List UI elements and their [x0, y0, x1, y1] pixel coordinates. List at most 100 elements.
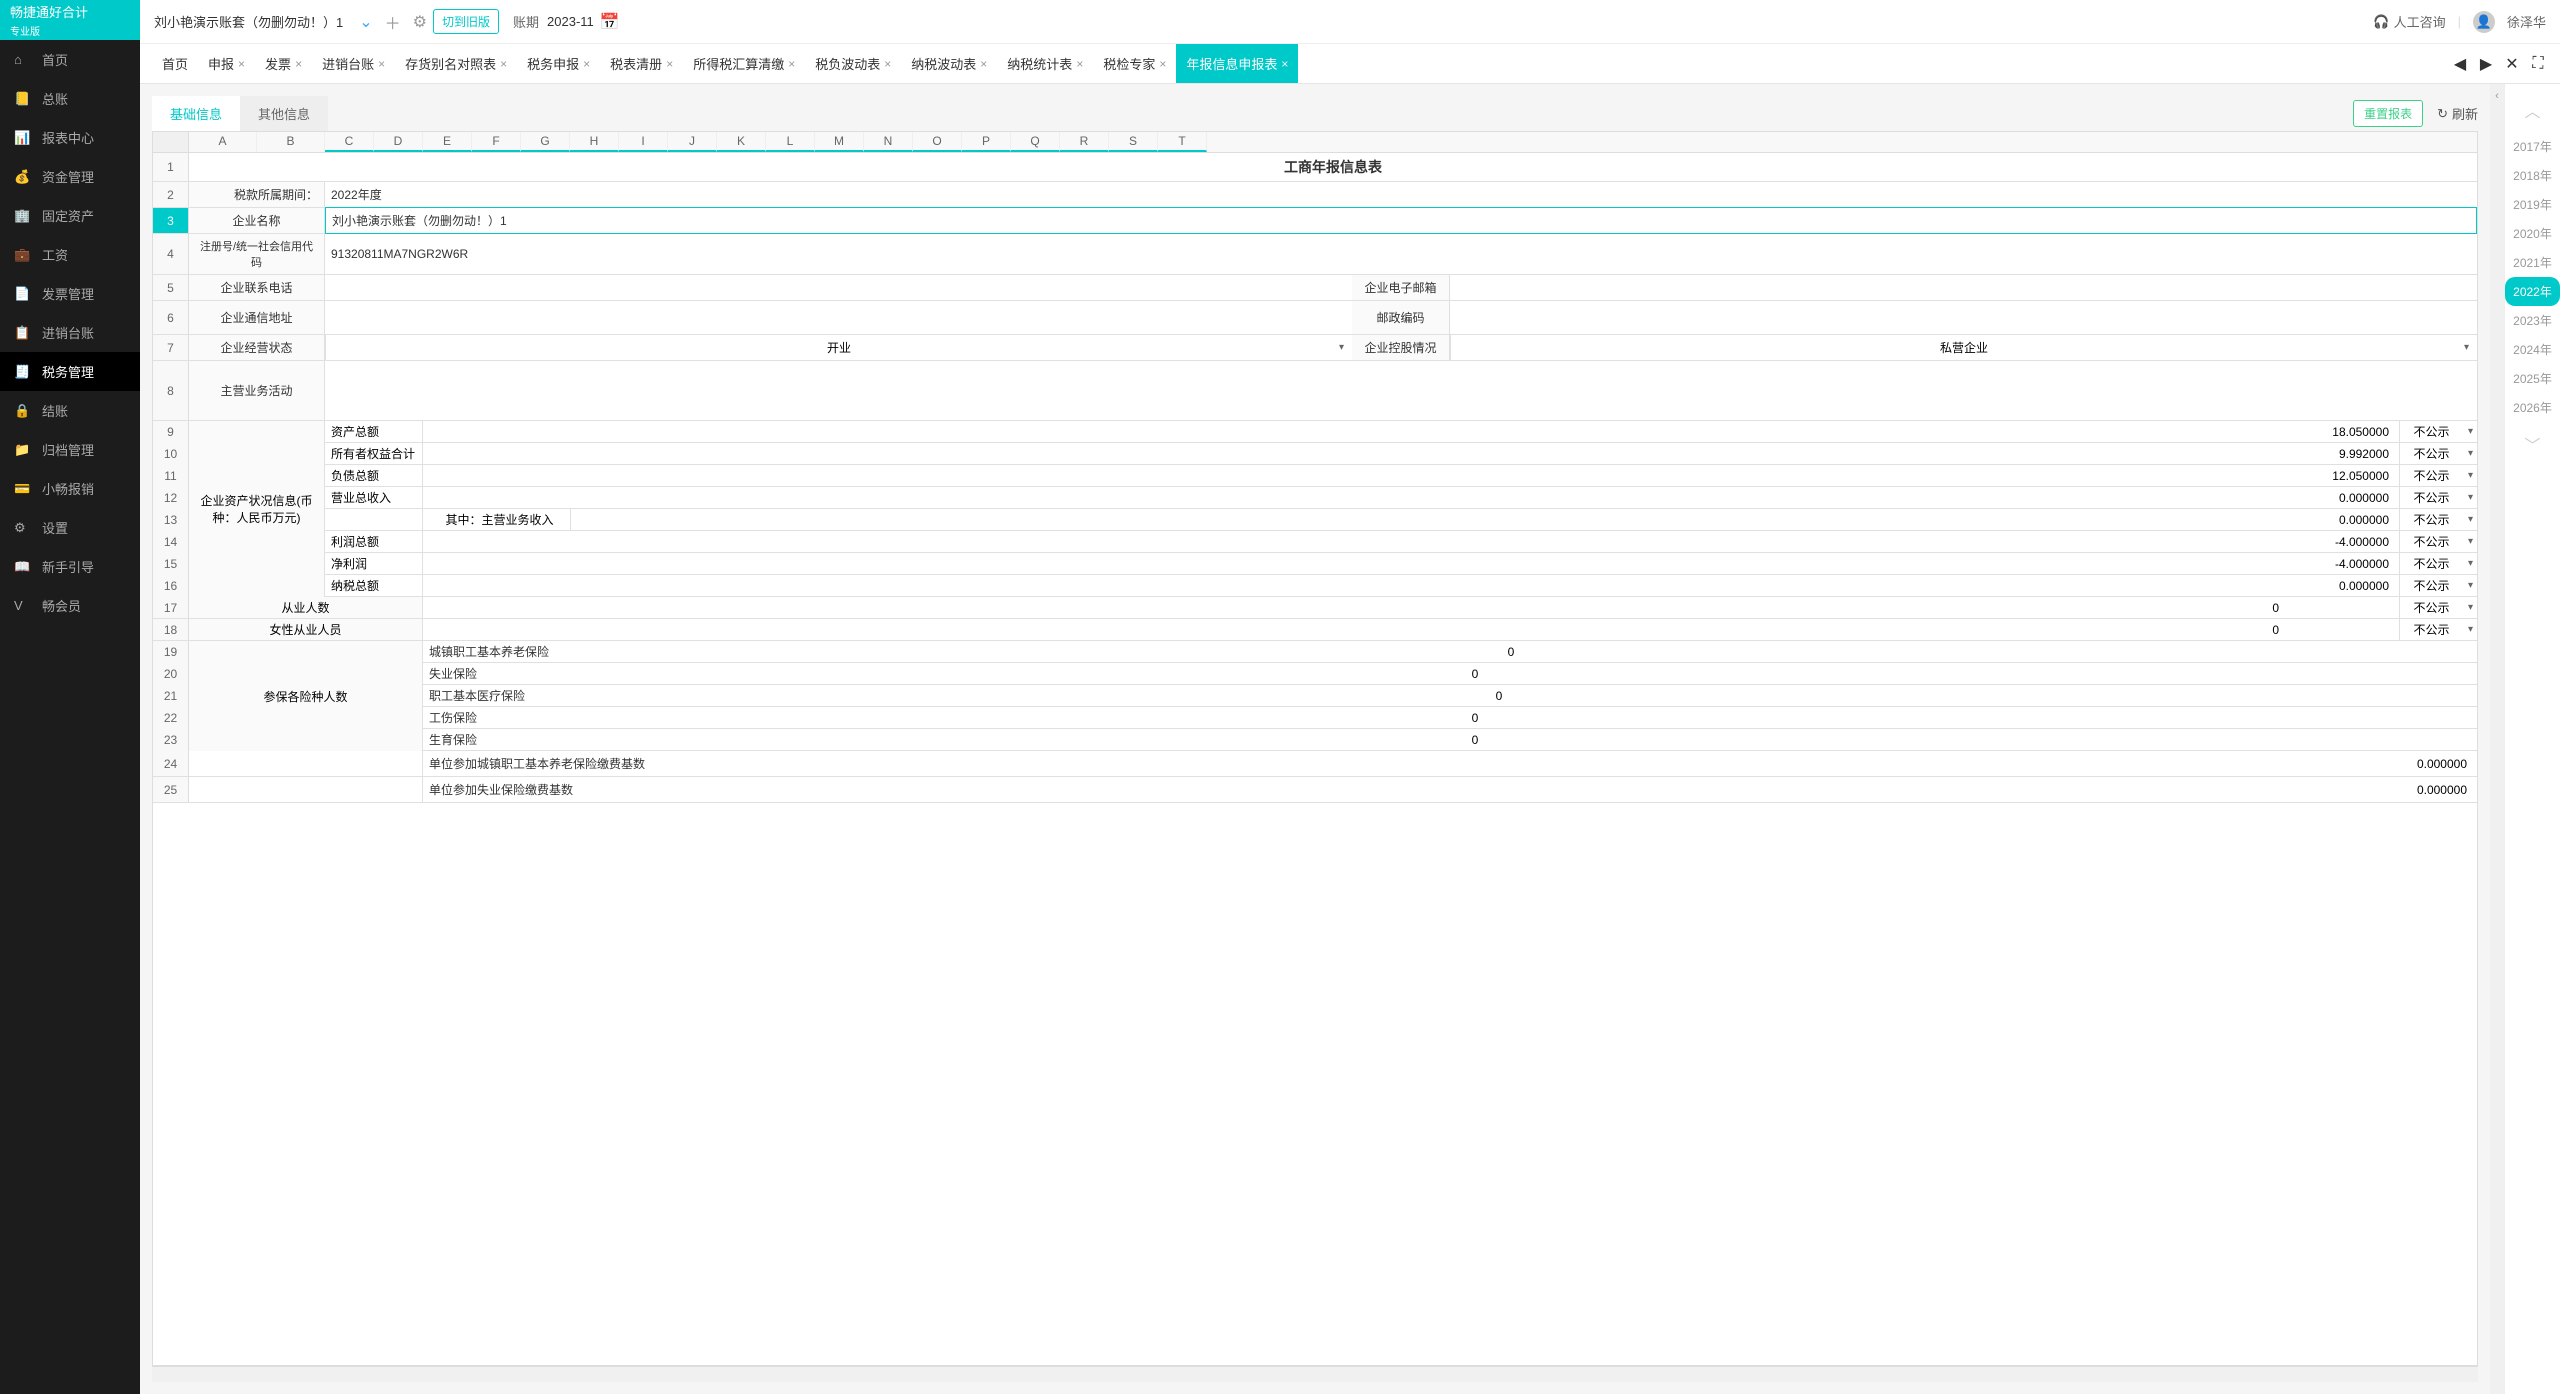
- col-head-J[interactable]: J: [668, 132, 717, 152]
- year-2021年[interactable]: 2021年: [2505, 248, 2560, 277]
- female-value[interactable]: 0: [423, 619, 2399, 640]
- employees-public[interactable]: 不公示: [2399, 597, 2477, 618]
- phone-value[interactable]: [325, 275, 1352, 300]
- tab-8[interactable]: 税负波动表×: [805, 44, 901, 83]
- tab-5[interactable]: 税务申报×: [517, 44, 600, 83]
- asset-value[interactable]: 18.050000: [423, 421, 2399, 442]
- asset-public[interactable]: 不公示: [2399, 465, 2477, 486]
- year-2020年[interactable]: 2020年: [2505, 219, 2560, 248]
- tab-10[interactable]: 纳税统计表×: [997, 44, 1093, 83]
- col-head-R[interactable]: R: [1060, 132, 1109, 152]
- col-head-K[interactable]: K: [717, 132, 766, 152]
- year-2017年[interactable]: 2017年: [2505, 132, 2560, 161]
- close-icon[interactable]: ×: [788, 57, 795, 71]
- consult-link[interactable]: 🎧 人工咨询: [2373, 12, 2445, 31]
- tab-4[interactable]: 存货别名对照表×: [395, 44, 517, 83]
- asset-public[interactable]: 不公示: [2399, 443, 2477, 464]
- asset-value[interactable]: 0.000000: [423, 487, 2399, 508]
- tab-2[interactable]: 发票×: [255, 44, 312, 83]
- tab-1[interactable]: 申报×: [198, 44, 255, 83]
- tab-6[interactable]: 税表清册×: [600, 44, 683, 83]
- holding-select[interactable]: 私营企业: [1450, 335, 2477, 360]
- nav-item-10[interactable]: 📁归档管理: [0, 430, 140, 469]
- chevron-down-icon[interactable]: ⌄: [359, 12, 372, 32]
- switch-old-button[interactable]: 切到旧版: [433, 9, 499, 34]
- insurance-value[interactable]: 0: [483, 663, 2477, 684]
- close-icon[interactable]: ×: [1281, 57, 1288, 71]
- tab-other-info[interactable]: 其他信息: [240, 96, 328, 131]
- nav-item-1[interactable]: 📒总账: [0, 79, 140, 118]
- nav-item-2[interactable]: 📊报表中心: [0, 118, 140, 157]
- col-head-H[interactable]: H: [570, 132, 619, 152]
- tab-3[interactable]: 进销台账×: [312, 44, 395, 83]
- year-down-icon[interactable]: ﹀: [2520, 428, 2544, 460]
- close-icon[interactable]: ×: [1159, 57, 1166, 71]
- insurance-value[interactable]: 0: [555, 641, 2477, 662]
- tab-basic-info[interactable]: 基础信息: [152, 96, 240, 131]
- status-select[interactable]: 开业: [325, 335, 1352, 360]
- nav-item-0[interactable]: ⌂首页: [0, 40, 140, 79]
- insurance-value[interactable]: 0: [483, 729, 2477, 750]
- close-icon[interactable]: ×: [884, 57, 891, 71]
- year-2024年[interactable]: 2024年: [2505, 335, 2560, 364]
- tab-11[interactable]: 税检专家×: [1093, 44, 1176, 83]
- tab-next-icon[interactable]: ▶: [2476, 54, 2496, 74]
- year-2018年[interactable]: 2018年: [2505, 161, 2560, 190]
- nav-item-6[interactable]: 📄发票管理: [0, 274, 140, 313]
- asset-value[interactable]: 12.050000: [423, 465, 2399, 486]
- asset-public[interactable]: 不公示: [2399, 509, 2477, 530]
- col-head-D[interactable]: D: [374, 132, 423, 152]
- nav-item-7[interactable]: 📋进销台账: [0, 313, 140, 352]
- nav-item-5[interactable]: 💼工资: [0, 235, 140, 274]
- postal-value[interactable]: [1450, 301, 2477, 334]
- tab-0[interactable]: 首页: [152, 44, 198, 83]
- main-biz-value[interactable]: [325, 361, 2477, 420]
- col-head-N[interactable]: N: [864, 132, 913, 152]
- company-name-value[interactable]: 刘小艳演示账套（勿删勿动！）1: [325, 207, 2477, 234]
- employees-value[interactable]: 0: [423, 597, 2399, 618]
- avatar[interactable]: 👤: [2473, 11, 2495, 33]
- col-head-A[interactable]: A: [189, 132, 257, 152]
- refresh-button[interactable]: ↻ 刷新: [2437, 104, 2478, 123]
- year-2022年[interactable]: 2022年: [2505, 277, 2560, 306]
- nav-item-12[interactable]: ⚙设置: [0, 508, 140, 547]
- collapse-handle[interactable]: ‹: [2490, 84, 2504, 1394]
- row-head[interactable]: 1: [153, 153, 189, 181]
- tab-12[interactable]: 年报信息申报表×: [1176, 44, 1298, 83]
- year-2019年[interactable]: 2019年: [2505, 190, 2560, 219]
- tab-7[interactable]: 所得税汇算清缴×: [683, 44, 805, 83]
- close-icon[interactable]: ×: [295, 57, 302, 71]
- tab-prev-icon[interactable]: ◀: [2450, 54, 2470, 74]
- reg-code-value[interactable]: 91320811MA7NGR2W6R: [325, 234, 2477, 274]
- close-icon[interactable]: ×: [666, 57, 673, 71]
- nav-item-13[interactable]: 📖新手引导: [0, 547, 140, 586]
- col-head-S[interactable]: S: [1109, 132, 1158, 152]
- gear-icon[interactable]: ⚙: [413, 12, 427, 32]
- asset-value[interactable]: 9.992000: [423, 443, 2399, 464]
- close-icon[interactable]: ×: [500, 57, 507, 71]
- reset-button[interactable]: 重置报表: [2353, 100, 2423, 127]
- close-icon[interactable]: ×: [583, 57, 590, 71]
- asset-public[interactable]: 不公示: [2399, 575, 2477, 596]
- asset-public[interactable]: 不公示: [2399, 531, 2477, 552]
- col-head-E[interactable]: E: [423, 132, 472, 152]
- col-head-G[interactable]: G: [521, 132, 570, 152]
- close-icon[interactable]: ×: [980, 57, 987, 71]
- col-head-C[interactable]: C: [325, 132, 374, 152]
- female-public[interactable]: 不公示: [2399, 619, 2477, 640]
- asset-value[interactable]: -4.000000: [423, 531, 2399, 552]
- nav-item-4[interactable]: 🏢固定资产: [0, 196, 140, 235]
- close-icon[interactable]: ×: [378, 57, 385, 71]
- asset-value[interactable]: 0.000000: [571, 509, 2399, 530]
- nav-item-14[interactable]: V畅会员: [0, 586, 140, 625]
- asset-value[interactable]: -4.000000: [423, 553, 2399, 574]
- base-unemployment-value[interactable]: 0.000000: [579, 777, 2477, 802]
- nav-item-9[interactable]: 🔒结账: [0, 391, 140, 430]
- year-2023年[interactable]: 2023年: [2505, 306, 2560, 335]
- year-up-icon[interactable]: ︿: [2520, 94, 2544, 126]
- nav-item-11[interactable]: 💳小畅报销: [0, 469, 140, 508]
- nav-item-3[interactable]: 💰资金管理: [0, 157, 140, 196]
- asset-public[interactable]: 不公示: [2399, 553, 2477, 574]
- tab-9[interactable]: 纳税波动表×: [901, 44, 997, 83]
- col-head-I[interactable]: I: [619, 132, 668, 152]
